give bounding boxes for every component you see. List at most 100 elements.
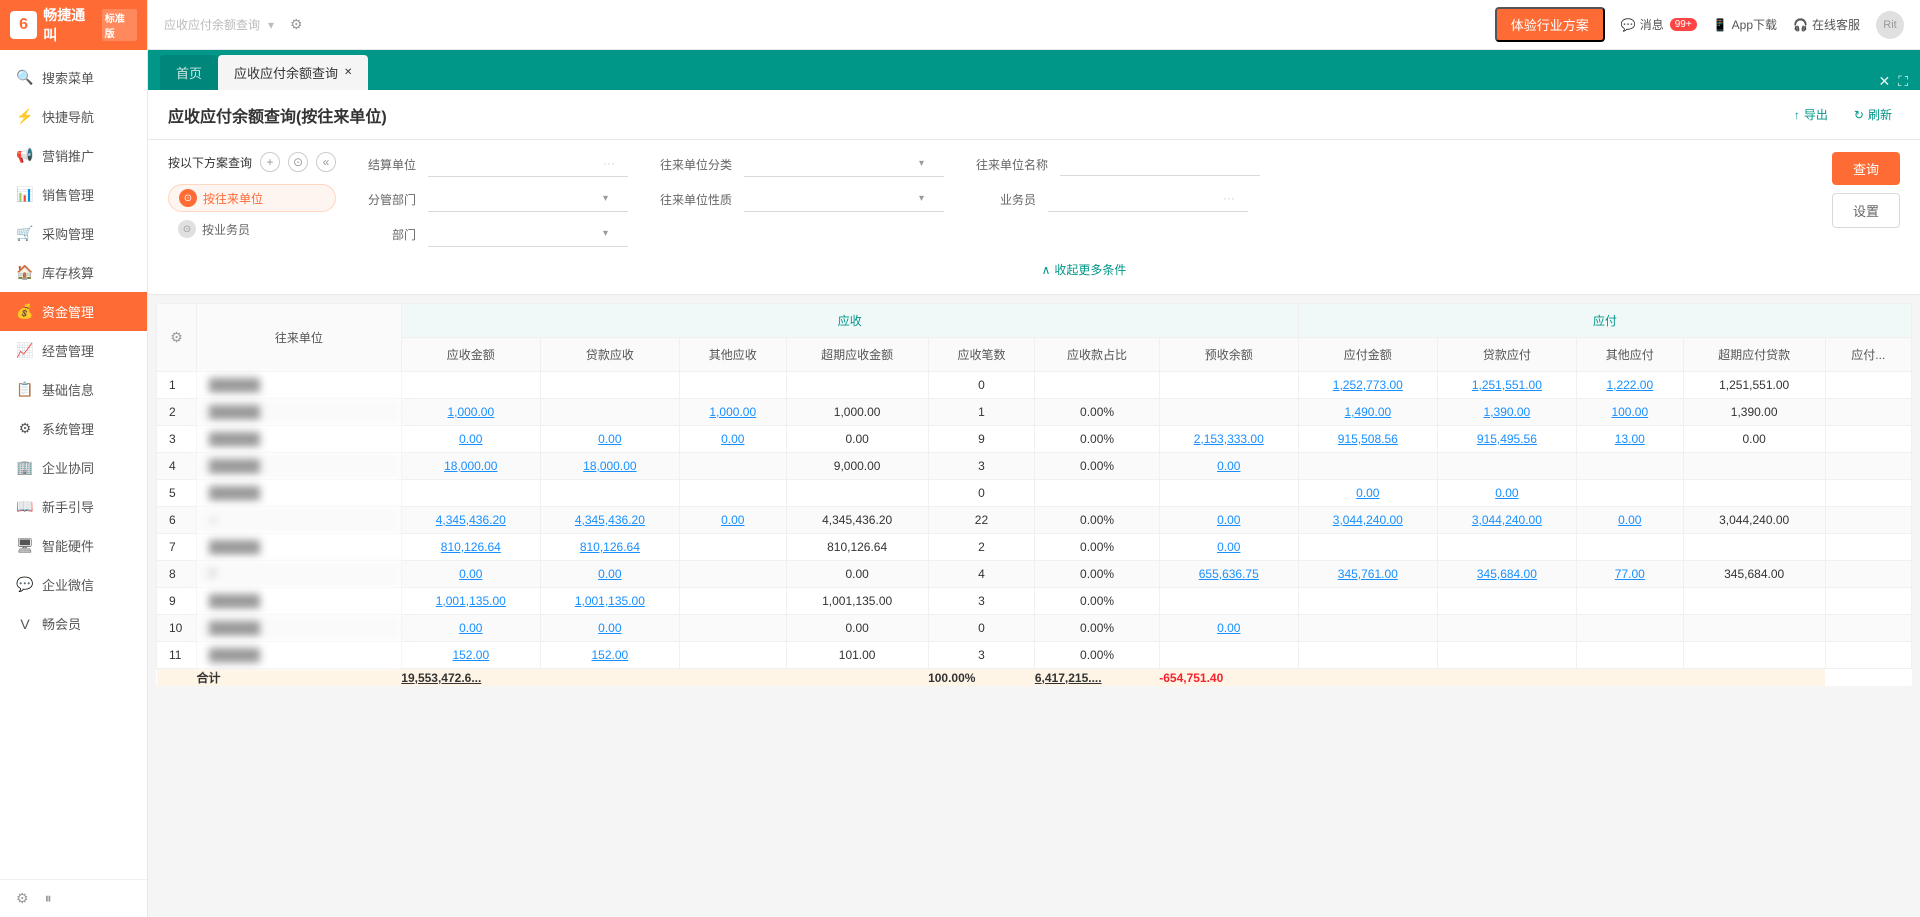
sidebar-item-wechat[interactable]: 💬 企业微信: [0, 565, 147, 604]
counterpart-name-label: 往来单位名称: [976, 156, 1048, 173]
refresh-label: 刷新: [1868, 106, 1892, 123]
breadcrumb-chevron-icon: ▾: [268, 18, 274, 32]
footer-recv-total[interactable]: 19,553,472.6...: [401, 669, 540, 687]
counterpart-category-chevron-icon[interactable]: ▾: [919, 158, 924, 169]
filter-setting-button[interactable]: ⊙: [288, 152, 308, 172]
scheme-by-salesperson[interactable]: ⊙ 按业务员: [168, 216, 336, 242]
footer-empty-5: [1298, 669, 1437, 687]
app-download-action[interactable]: 📱 App下载: [1713, 16, 1777, 33]
data-table: ⚙ 往来单位 应收 应付 应收金额 贷款应收 其他应收 超期应收金额 应收笔数 …: [156, 303, 1912, 686]
sidebar-item-hardware[interactable]: 🖥 智能硬件: [0, 526, 147, 565]
setting-button[interactable]: 设置: [1832, 193, 1900, 228]
filter-arrow-button[interactable]: «: [316, 152, 336, 172]
marketing-icon: 📢: [16, 147, 34, 164]
salesperson-input[interactable]: [1048, 187, 1219, 209]
tab-home-label: 首页: [176, 63, 202, 82]
dept-managed-label: 分管部门: [356, 191, 416, 208]
query-button[interactable]: 查询: [1832, 152, 1900, 185]
avatar[interactable]: Rit: [1876, 11, 1904, 39]
salesperson-dots-icon[interactable]: ···: [1223, 191, 1235, 205]
sidebar-label-basic-info: 基础信息: [42, 380, 94, 399]
collapse-icon: ∧: [1042, 263, 1051, 277]
footer-empty-4: [786, 669, 928, 687]
table-row: 3██████0.000.000.000.0090.00%2,153,333.0…: [157, 426, 1912, 453]
message-icon: 💬: [1621, 18, 1636, 32]
tabs-bar: 首页 应收应付余额查询 ✕ ✕ ⛶: [148, 50, 1920, 90]
sidebar: 6 畅捷通叫 标准版 🔍 搜索菜单 ⚡ 快捷导航 📢 营销推广 📊 销售管理 🛒…: [0, 0, 148, 917]
sidebar-item-member[interactable]: V 畅会员: [0, 604, 147, 643]
th-recv-ratio: 应收款占比: [1035, 338, 1159, 372]
filter-row-2: 分管部门 ▾ 往来单位性质 ▾ 业务员 ···: [356, 187, 1812, 212]
counterpart-nature-chevron-icon[interactable]: ▾: [919, 193, 924, 204]
filter-add-button[interactable]: +: [260, 152, 280, 172]
dept-managed-chevron-icon[interactable]: ▾: [603, 193, 608, 204]
header-actions: 💬 消息 99+ 📱 App下载 🎧 在线客服 Rit: [1621, 11, 1904, 39]
table-row: 2██████1,000.001,000.001,000.0010.00%1,4…: [157, 399, 1912, 426]
collapse-footer-icon[interactable]: ⏸: [45, 890, 52, 907]
tab-close-icon[interactable]: ✕: [344, 67, 352, 78]
breadcrumb-text: 应收应付余额查询: [164, 16, 260, 33]
sidebar-item-purchase[interactable]: 🛒 采购管理: [0, 214, 147, 253]
settings-footer-icon[interactable]: ⚙: [16, 890, 29, 907]
sidebar-item-system[interactable]: ⚙ 系统管理: [0, 409, 147, 448]
collapse-more-button[interactable]: ∧ 收起更多条件: [356, 257, 1812, 282]
th-counterpart: 往来单位: [197, 304, 402, 372]
table-footer-row: 合计 19,553,472.6... 100.00% 6,417,215....…: [157, 669, 1912, 687]
message-badge: 99+: [1670, 18, 1697, 31]
tab-home[interactable]: 首页: [160, 55, 218, 90]
department-chevron-icon[interactable]: ▾: [603, 228, 608, 239]
tab-receivable[interactable]: 应收应付余额查询 ✕: [218, 55, 368, 90]
th-no: ⚙: [157, 304, 197, 372]
sidebar-item-guide[interactable]: 📖 新手引导: [0, 487, 147, 526]
sidebar-label-marketing: 营销推广: [42, 146, 94, 165]
sidebar-label-quicknav: 快捷导航: [42, 107, 94, 126]
maximize-tab-control-icon[interactable]: ⛶: [1898, 73, 1908, 90]
settlement-unit-input[interactable]: [428, 152, 599, 174]
sidebar-label-purchase: 采购管理: [42, 224, 94, 243]
gear-icon[interactable]: ⚙: [290, 16, 303, 33]
refresh-button[interactable]: ↻ 刷新: [1846, 102, 1900, 127]
table-row: 1██████01,252,773.001,251,551.001,222.00…: [157, 372, 1912, 399]
sidebar-item-search[interactable]: 🔍 搜索菜单: [0, 58, 147, 97]
counterpart-category-input[interactable]: [744, 152, 915, 174]
th-pay-amount: 应付金额: [1298, 338, 1437, 372]
footer-empty-7: [1576, 669, 1683, 687]
scheme-icon-salesperson: ⊙: [178, 220, 196, 238]
th-receivable-group: 应收: [401, 304, 1298, 338]
settlement-unit-dots-icon[interactable]: ···: [603, 156, 615, 170]
th-prepay-balance: 预收余额: [1159, 338, 1298, 372]
dept-managed-input[interactable]: [428, 187, 599, 209]
sidebar-item-quicknav[interactable]: ⚡ 快捷导航: [0, 97, 147, 136]
th-payable-group: 应付: [1298, 304, 1911, 338]
sidebar-item-sales[interactable]: 📊 销售管理: [0, 175, 147, 214]
promo-button[interactable]: 体验行业方案: [1495, 7, 1605, 42]
counterpart-name-input[interactable]: [1060, 153, 1260, 176]
sidebar-item-finance[interactable]: 💰 资金管理: [0, 292, 147, 331]
sidebar-item-basic-info[interactable]: 📋 基础信息: [0, 370, 147, 409]
data-section: ⚙ 往来单位 应收 应付 应收金额 贷款应收 其他应收 超期应收金额 应收笔数 …: [156, 303, 1912, 686]
inventory-icon: 🏠: [16, 264, 34, 281]
sidebar-item-management[interactable]: 📈 经营管理: [0, 331, 147, 370]
export-label: 导出: [1804, 106, 1828, 123]
footer-prepay-total[interactable]: 6,417,215....: [1035, 669, 1159, 687]
scheme-label-salesperson: 按业务员: [202, 221, 250, 238]
tab-receivable-label: 应收应付余额查询: [234, 63, 338, 82]
export-button[interactable]: ↑ 导出: [1786, 102, 1836, 127]
sidebar-item-marketing[interactable]: 📢 营销推广: [0, 136, 147, 175]
table-settings-icon[interactable]: ⚙: [170, 329, 183, 345]
settlement-unit-label: 结算单位: [356, 156, 416, 173]
department-input[interactable]: [428, 222, 599, 244]
th-other-pay: 其他应付: [1576, 338, 1683, 372]
app-name: 畅捷通叫: [43, 5, 98, 45]
counterpart-nature-input[interactable]: [744, 187, 915, 209]
sidebar-item-inventory[interactable]: 🏠 库存核算: [0, 253, 147, 292]
footer-empty-2: [540, 669, 679, 687]
message-action[interactable]: 💬 消息 99+: [1621, 16, 1697, 33]
sidebar-menu: 🔍 搜索菜单 ⚡ 快捷导航 📢 营销推广 📊 销售管理 🛒 采购管理 🏠 库存核…: [0, 50, 147, 879]
sidebar-item-enterprise[interactable]: 🏢 企业协同: [0, 448, 147, 487]
close-tab-control-icon[interactable]: ✕: [1878, 73, 1890, 90]
collapse-label: 收起更多条件: [1054, 261, 1126, 278]
scheme-by-counterpart[interactable]: ⊙ 按往来单位: [168, 184, 336, 212]
sidebar-label-finance: 资金管理: [42, 302, 94, 321]
online-service-action[interactable]: 🎧 在线客服: [1793, 16, 1860, 33]
